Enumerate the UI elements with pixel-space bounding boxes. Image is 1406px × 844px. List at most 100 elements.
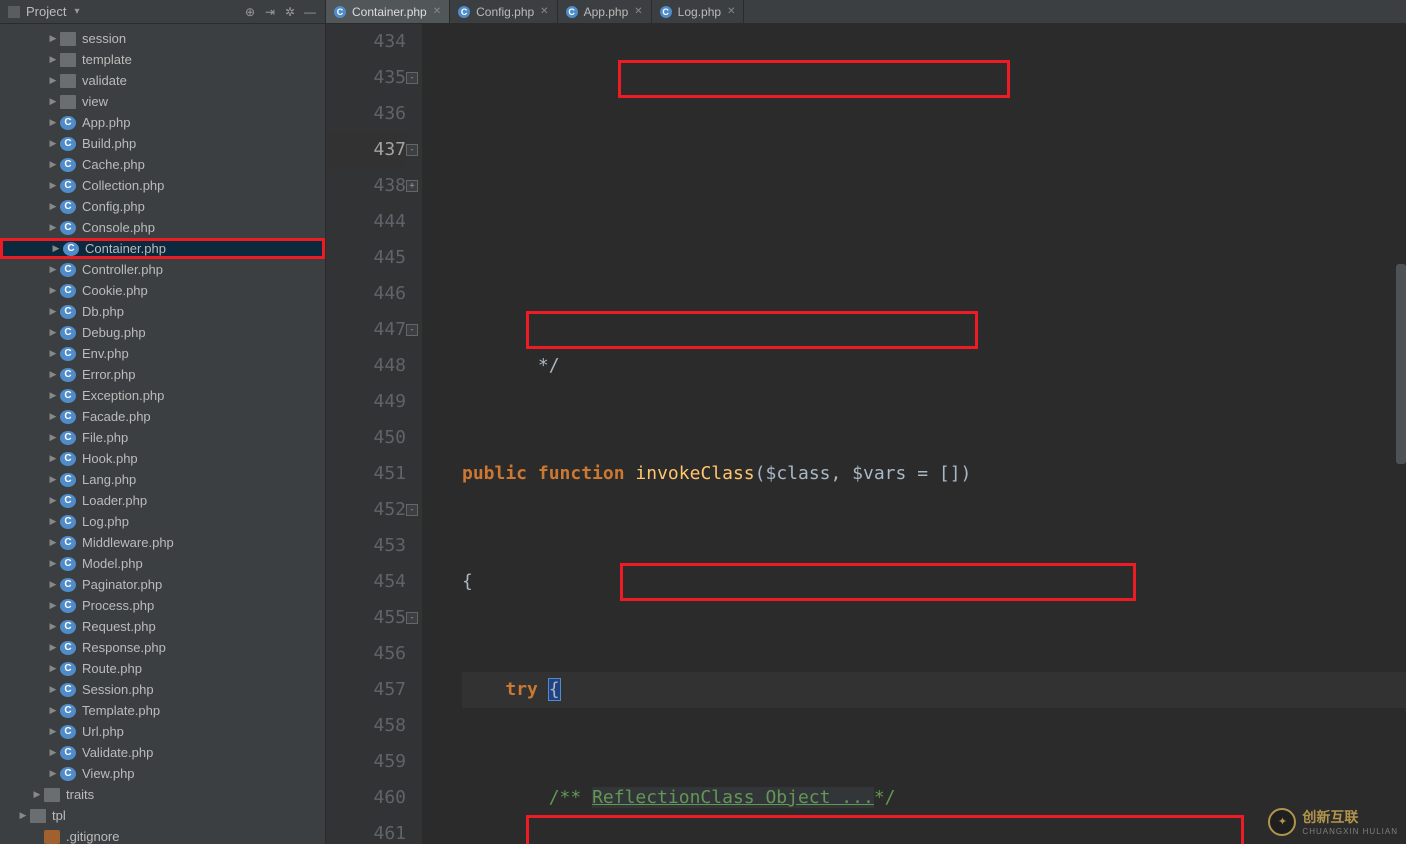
tree-item-cache-php[interactable]: ▶Cache.php	[0, 154, 325, 175]
tab-app-php[interactable]: App.php✕	[558, 0, 652, 23]
tree-item-middleware-php[interactable]: ▶Middleware.php	[0, 532, 325, 553]
tree-item-model-php[interactable]: ▶Model.php	[0, 553, 325, 574]
tree-arrow-icon[interactable]: ▶	[48, 222, 58, 233]
tree-arrow-icon[interactable]: ▶	[48, 390, 58, 401]
tree-item-url-php[interactable]: ▶Url.php	[0, 721, 325, 742]
tree-item-tpl[interactable]: ▶tpl	[0, 805, 325, 826]
fold-toggle-icon[interactable]: -	[406, 324, 418, 336]
tree-arrow-icon[interactable]: ▶	[48, 306, 58, 317]
code[interactable]: */ public function invokeClass($class, $…	[422, 24, 1406, 844]
tree-arrow-icon[interactable]: ▶	[18, 810, 28, 821]
tree-arrow-icon[interactable]: ▶	[48, 201, 58, 212]
tree-arrow-icon[interactable]: ▶	[48, 75, 58, 86]
close-icon[interactable]: ✕	[634, 6, 642, 17]
fold-toggle-icon[interactable]: -	[406, 144, 418, 156]
tree-item-container-php[interactable]: ▶Container.php	[0, 238, 325, 259]
tab-container-php[interactable]: Container.php✕	[326, 0, 450, 23]
tree-arrow-icon[interactable]: ▶	[48, 453, 58, 464]
tree-item-validate-php[interactable]: ▶Validate.php	[0, 742, 325, 763]
tree-arrow-icon[interactable]: ▶	[48, 432, 58, 443]
tree-arrow-icon[interactable]: ▶	[48, 495, 58, 506]
tree-item-route-php[interactable]: ▶Route.php	[0, 658, 325, 679]
tree-item-paginator-php[interactable]: ▶Paginator.php	[0, 574, 325, 595]
tree-item--gitignore[interactable]: .gitignore	[0, 826, 325, 844]
chevron-down-icon[interactable]: ▾	[74, 6, 79, 17]
tree-arrow-icon[interactable]: ▶	[51, 243, 61, 254]
tree-arrow-icon[interactable]: ▶	[48, 33, 58, 44]
tree-arrow-icon[interactable]: ▶	[48, 180, 58, 191]
tree-arrow-icon[interactable]: ▶	[48, 747, 58, 758]
tree-arrow-icon[interactable]: ▶	[48, 684, 58, 695]
tree-item-log-php[interactable]: ▶Log.php	[0, 511, 325, 532]
gear-icon[interactable]: ✲	[283, 5, 297, 19]
tree-arrow-icon[interactable]: ▶	[48, 117, 58, 128]
tree-item-view-php[interactable]: ▶View.php	[0, 763, 325, 784]
tree-arrow-icon[interactable]: ▶	[48, 642, 58, 653]
tree-item-view[interactable]: ▶view	[0, 91, 325, 112]
tree-item-hook-php[interactable]: ▶Hook.php	[0, 448, 325, 469]
tree-item-console-php[interactable]: ▶Console.php	[0, 217, 325, 238]
tree-arrow-icon[interactable]: ▶	[48, 327, 58, 338]
tree-item-traits[interactable]: ▶traits	[0, 784, 325, 805]
tree-item-template-php[interactable]: ▶Template.php	[0, 700, 325, 721]
fold-toggle-icon[interactable]: -	[406, 612, 418, 624]
tree-item-process-php[interactable]: ▶Process.php	[0, 595, 325, 616]
tree-item-db-php[interactable]: ▶Db.php	[0, 301, 325, 322]
tree-arrow-icon[interactable]: ▶	[48, 558, 58, 569]
tree-arrow-icon[interactable]: ▶	[48, 369, 58, 380]
tree-item-build-php[interactable]: ▶Build.php	[0, 133, 325, 154]
target-icon[interactable]: ⊕	[243, 5, 257, 19]
code-area[interactable]: 434435-436437-438+444445446447-448449450…	[326, 24, 1406, 844]
tree-arrow-icon[interactable]: ▶	[48, 705, 58, 716]
tree-item-collection-php[interactable]: ▶Collection.php	[0, 175, 325, 196]
tree-arrow-icon[interactable]: ▶	[48, 285, 58, 296]
tree-item-validate[interactable]: ▶validate	[0, 70, 325, 91]
tree-arrow-icon[interactable]: ▶	[48, 264, 58, 275]
tree-item-exception-php[interactable]: ▶Exception.php	[0, 385, 325, 406]
tab-log-php[interactable]: Log.php✕	[652, 0, 745, 23]
tree-item-error-php[interactable]: ▶Error.php	[0, 364, 325, 385]
tab-config-php[interactable]: Config.php✕	[450, 0, 557, 23]
tree-arrow-icon[interactable]: ▶	[48, 537, 58, 548]
tree-item-loader-php[interactable]: ▶Loader.php	[0, 490, 325, 511]
tree-item-app-php[interactable]: ▶App.php	[0, 112, 325, 133]
collapse-icon[interactable]: ⇥	[263, 5, 277, 19]
tree-arrow-icon[interactable]: ▶	[48, 600, 58, 611]
tree-item-request-php[interactable]: ▶Request.php	[0, 616, 325, 637]
tree-arrow-icon[interactable]: ▶	[48, 663, 58, 674]
tree-item-lang-php[interactable]: ▶Lang.php	[0, 469, 325, 490]
tree-item-session[interactable]: ▶session	[0, 28, 325, 49]
tree-arrow-icon[interactable]: ▶	[48, 579, 58, 590]
tree-item-config-php[interactable]: ▶Config.php	[0, 196, 325, 217]
tree-arrow-icon[interactable]: ▶	[48, 348, 58, 359]
minimize-icon[interactable]: —	[303, 5, 317, 19]
tree-item-cookie-php[interactable]: ▶Cookie.php	[0, 280, 325, 301]
file-tree[interactable]: ▶session▶template▶validate▶view▶App.php▶…	[0, 24, 325, 844]
tree-arrow-icon[interactable]: ▶	[48, 516, 58, 527]
tree-item-session-php[interactable]: ▶Session.php	[0, 679, 325, 700]
tree-item-debug-php[interactable]: ▶Debug.php	[0, 322, 325, 343]
tree-item-file-php[interactable]: ▶File.php	[0, 427, 325, 448]
tree-item-label: template	[82, 52, 132, 67]
close-icon[interactable]: ✕	[727, 6, 735, 17]
tree-arrow-icon[interactable]: ▶	[48, 411, 58, 422]
tree-arrow-icon[interactable]: ▶	[48, 474, 58, 485]
tree-item-template[interactable]: ▶ template	[0, 49, 325, 70]
tree-arrow-icon[interactable]: ▶	[32, 789, 42, 800]
tree-arrow-icon[interactable]: ▶	[48, 159, 58, 170]
tree-arrow-icon[interactable]: ▶	[48, 726, 58, 737]
close-icon[interactable]: ✕	[433, 6, 441, 17]
fold-toggle-icon[interactable]: -	[406, 504, 418, 516]
tree-arrow-icon[interactable]: ▶	[48, 621, 58, 632]
tree-item-facade-php[interactable]: ▶Facade.php	[0, 406, 325, 427]
tree-arrow-icon[interactable]: ▶	[48, 768, 58, 779]
fold-toggle-icon[interactable]: -	[406, 72, 418, 84]
tree-arrow-icon[interactable]: ▶	[48, 54, 58, 65]
fold-toggle-icon[interactable]: +	[406, 180, 418, 192]
tree-arrow-icon[interactable]: ▶	[48, 138, 58, 149]
tree-item-response-php[interactable]: ▶Response.php	[0, 637, 325, 658]
tree-arrow-icon[interactable]: ▶	[48, 96, 58, 107]
tree-item-controller-php[interactable]: ▶Controller.php	[0, 259, 325, 280]
close-icon[interactable]: ✕	[540, 6, 548, 17]
tree-item-env-php[interactable]: ▶Env.php	[0, 343, 325, 364]
